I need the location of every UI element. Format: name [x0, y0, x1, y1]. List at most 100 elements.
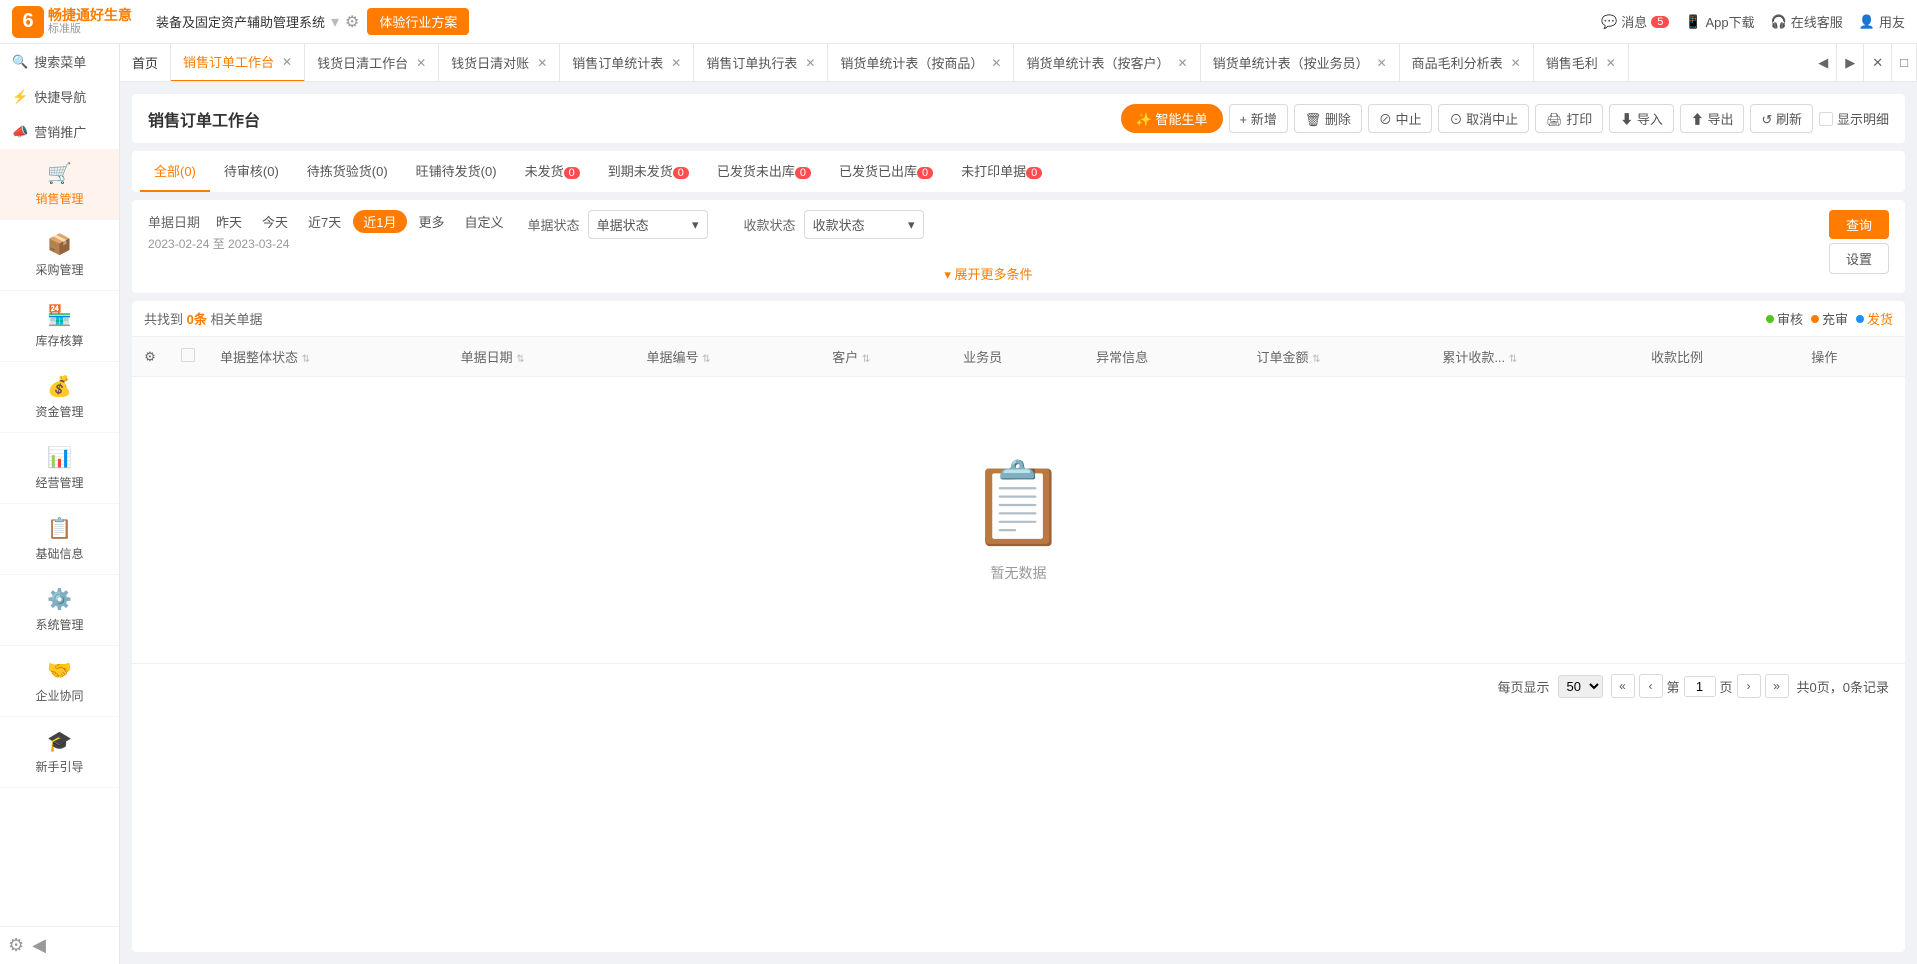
- tab-nav-prev[interactable]: ◀: [1810, 44, 1837, 82]
- sub-tab-shipped-not-out[interactable]: 已发货未出库0: [703, 151, 825, 192]
- tab-margin-analysis[interactable]: 商品毛利分析表✕: [1400, 44, 1534, 82]
- tab-close-sales-exec[interactable]: ✕: [805, 56, 815, 70]
- dropdown-icon[interactable]: ▾: [331, 12, 339, 32]
- sidebar-item-guide[interactable]: 🎓新手引导: [0, 717, 119, 788]
- cancel-stop-btn[interactable]: ⊙ 取消中止: [1438, 104, 1529, 133]
- per-page-select[interactable]: 50: [1558, 675, 1603, 698]
- sidebar-promo[interactable]: 📣 营销推广: [0, 114, 119, 149]
- sidebar-collapse-icon[interactable]: ◀: [32, 935, 46, 956]
- tab-maximize[interactable]: □: [1892, 44, 1917, 82]
- add-btn[interactable]: + 新增: [1229, 104, 1288, 133]
- tab-close-sales-customer-stat[interactable]: ✕: [1178, 56, 1188, 70]
- pay-status-select[interactable]: 收款状态 ▾: [804, 210, 924, 239]
- date-filter-opt-近1月[interactable]: 近1月: [353, 210, 406, 233]
- tab-sales-customer-stat[interactable]: 销货单统计表（按客户）✕: [1014, 44, 1200, 82]
- next-page-btn[interactable]: ›: [1737, 674, 1761, 698]
- date-filter-opt-自定义[interactable]: 自定义: [457, 210, 512, 233]
- sidebar-item-purchase[interactable]: 📦采购管理: [0, 220, 119, 291]
- sidebar-quick-nav[interactable]: ⚡ 快捷导航: [0, 79, 119, 114]
- sort-icon-number[interactable]: ⇅: [702, 354, 710, 365]
- sidebar-settings-icon[interactable]: ⚙: [8, 935, 24, 956]
- prev-page-btn[interactable]: ‹: [1639, 674, 1663, 698]
- review-action-btn[interactable]: 审核: [1766, 309, 1803, 328]
- sub-tab-not-shipped[interactable]: 未发货0: [511, 151, 594, 192]
- tab-close-sales-staff-stat[interactable]: ✕: [1377, 56, 1387, 70]
- tab-sales-workbench[interactable]: 销售订单工作台✕: [171, 44, 305, 82]
- purchase-icon: 📦: [47, 232, 72, 257]
- tab-sales-staff-stat[interactable]: 销货单统计表（按业务员）✕: [1201, 44, 1400, 82]
- print-btn[interactable]: 🖨 打印: [1535, 104, 1603, 133]
- tab-cash-reconcile[interactable]: 钱货日清对账✕: [439, 44, 560, 82]
- show-detail-checkbox[interactable]: [1819, 112, 1833, 126]
- date-filter-opt-更多[interactable]: 更多: [411, 210, 453, 233]
- tab-close-sales-workbench[interactable]: ✕: [282, 55, 292, 69]
- sub-tab-all[interactable]: 全部(0): [140, 151, 210, 192]
- tab-close-sales-product-stat[interactable]: ✕: [991, 56, 1001, 70]
- export-btn[interactable]: ⬆ 导出: [1680, 104, 1745, 133]
- tab-sales-stat[interactable]: 销售订单统计表✕: [560, 44, 694, 82]
- tab-nav-next[interactable]: ▶: [1837, 44, 1864, 82]
- col-settings[interactable]: ⚙: [132, 337, 168, 377]
- status-select[interactable]: 单据状态 ▾: [588, 210, 708, 239]
- smart-btn[interactable]: ✨ 智能生单: [1121, 104, 1223, 133]
- tab-cash-daily[interactable]: 钱货日清工作台✕: [305, 44, 439, 82]
- tab-sales-gross[interactable]: 销售毛利✕: [1534, 44, 1629, 82]
- record-count: 共找到 0条 相关单据: [144, 309, 263, 328]
- sidebar-item-corp[interactable]: 🤝企业协同: [0, 646, 119, 717]
- sub-tab-wangpu-pending[interactable]: 旺铺待发货(0): [402, 151, 511, 192]
- industry-btn[interactable]: 体验行业方案: [367, 8, 469, 35]
- sort-icon-amount[interactable]: ⇅: [1312, 354, 1320, 365]
- sort-icon-date[interactable]: ⇅: [516, 354, 524, 365]
- tab-close-sales-gross[interactable]: ✕: [1606, 56, 1616, 70]
- sidebar-item-sales[interactable]: 🛒销售管理: [0, 149, 119, 220]
- sidebar-item-finance[interactable]: 💰资金管理: [0, 362, 119, 433]
- sub-tab-pending-inspect[interactable]: 待拣货验货(0): [293, 151, 402, 192]
- tab-close-cash-reconcile[interactable]: ✕: [537, 56, 547, 70]
- page-input[interactable]: [1684, 676, 1716, 697]
- settings-btn[interactable]: 设置: [1829, 243, 1889, 274]
- refresh-btn[interactable]: ↺ 刷新: [1750, 104, 1813, 133]
- sub-tab-expired-not-shipped[interactable]: 到期未发货0: [594, 151, 703, 192]
- sidebar-item-system[interactable]: ⚙️系统管理: [0, 575, 119, 646]
- logo-text: 畅捷通好生意 标准版: [48, 7, 132, 37]
- import-btn[interactable]: ⬇ 导入: [1609, 104, 1674, 133]
- tab-close-sales-stat[interactable]: ✕: [671, 56, 681, 70]
- first-page-btn[interactable]: «: [1611, 674, 1635, 698]
- stop-btn[interactable]: ⊘ 中止: [1368, 104, 1433, 133]
- tab-home[interactable]: 首页: [120, 44, 171, 82]
- tab-close-margin-analysis[interactable]: ✕: [1511, 56, 1521, 70]
- tab-sales-exec[interactable]: 销售订单执行表✕: [694, 44, 828, 82]
- unreviewed-action-btn[interactable]: 充审: [1811, 309, 1848, 328]
- col-date: 单据日期 ⇅: [449, 337, 635, 377]
- sub-tab-not-printed[interactable]: 未打印单据0: [947, 151, 1056, 192]
- sub-tab-pending-review[interactable]: 待审核(0): [210, 151, 293, 192]
- tab-close-all[interactable]: ✕: [1864, 44, 1892, 82]
- delete-btn[interactable]: 🗑 删除: [1294, 104, 1362, 133]
- ship-action-btn[interactable]: 发货: [1856, 309, 1893, 328]
- app-download-item[interactable]: 📱 App下载: [1685, 12, 1754, 31]
- sort-icon-customer[interactable]: ⇅: [862, 354, 870, 365]
- date-filter-opt-近7天[interactable]: 近7天: [300, 210, 349, 233]
- sidebar-search[interactable]: 🔍 搜索菜单: [0, 44, 119, 79]
- message-item[interactable]: 💬 消息 5: [1601, 12, 1669, 31]
- query-btn[interactable]: 查询: [1829, 210, 1889, 239]
- tab-sales-product-stat[interactable]: 销货单统计表（按商品）✕: [828, 44, 1014, 82]
- last-page-btn[interactable]: »: [1765, 674, 1789, 698]
- sort-icon-status[interactable]: ⇅: [302, 354, 310, 365]
- col-checkbox[interactable]: [168, 337, 208, 377]
- date-filter-opt-昨天[interactable]: 昨天: [208, 210, 250, 233]
- online-service-item[interactable]: 🎧 在线客服: [1771, 12, 1843, 31]
- sidebar-item-basicinfo[interactable]: 📋基础信息: [0, 504, 119, 575]
- user-item[interactable]: 👤 用友: [1859, 12, 1905, 31]
- sort-icon-collected[interactable]: ⇅: [1509, 354, 1517, 365]
- sidebar-item-operation[interactable]: 📊经营管理: [0, 433, 119, 504]
- col-status: 单据整体状态 ⇅: [208, 337, 449, 377]
- table-head: ⚙ 单据整体状态 ⇅ 单据日期 ⇅: [132, 337, 1905, 377]
- sub-tab-shipped-out[interactable]: 已发货已出库0: [825, 151, 947, 192]
- date-filter-opt-今天[interactable]: 今天: [254, 210, 296, 233]
- tab-close-cash-daily[interactable]: ✕: [416, 56, 426, 70]
- expand-btn[interactable]: ▾ 展开更多条件: [944, 264, 1032, 283]
- settings-icon[interactable]: ⚙: [345, 12, 359, 32]
- show-detail-label[interactable]: 显示明细: [1819, 109, 1889, 128]
- sidebar-item-inventory[interactable]: 🏪库存核算: [0, 291, 119, 362]
